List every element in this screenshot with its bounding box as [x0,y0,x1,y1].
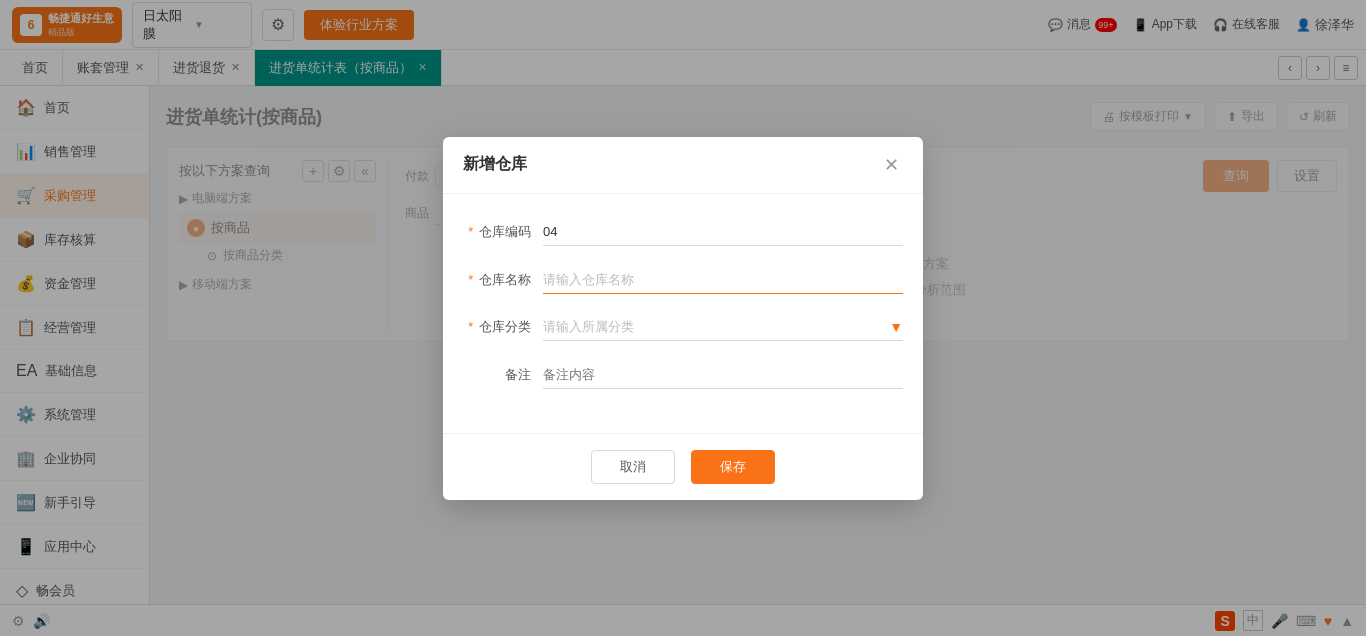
note-label: 备注 [463,366,543,384]
form-row-code: * 仓库编码 [463,218,903,246]
note-input[interactable] [543,361,903,389]
modal-body: * 仓库编码 * 仓库名称 * 仓库分类 请输入 [443,194,923,433]
category-selector[interactable]: 请输入所属分类 ▼ [543,314,903,341]
required-star-category: * [468,319,473,334]
category-chevron-icon: ▼ [889,319,903,335]
modal-footer: 取消 保存 [443,433,923,500]
cancel-button[interactable]: 取消 [591,450,675,484]
form-row-category: * 仓库分类 请输入所属分类 ▼ [463,314,903,341]
modal-close-btn[interactable]: ✕ [879,153,903,177]
save-button[interactable]: 保存 [691,450,775,484]
code-label: * 仓库编码 [463,223,543,241]
code-input[interactable] [543,218,903,246]
name-input[interactable] [543,266,903,294]
required-star-name: * [468,272,473,287]
name-label: * 仓库名称 [463,271,543,289]
modal-title: 新增仓库 [463,154,527,175]
modal-overlay: 新增仓库 ✕ * 仓库编码 * 仓库名称 [0,0,1366,636]
category-label: * 仓库分类 [463,318,543,336]
category-placeholder: 请输入所属分类 [543,318,889,336]
required-star-code: * [468,224,473,239]
form-row-note: 备注 [463,361,903,389]
modal-header: 新增仓库 ✕ [443,137,923,194]
warehouse-modal: 新增仓库 ✕ * 仓库编码 * 仓库名称 [443,137,923,500]
form-row-name: * 仓库名称 [463,266,903,294]
